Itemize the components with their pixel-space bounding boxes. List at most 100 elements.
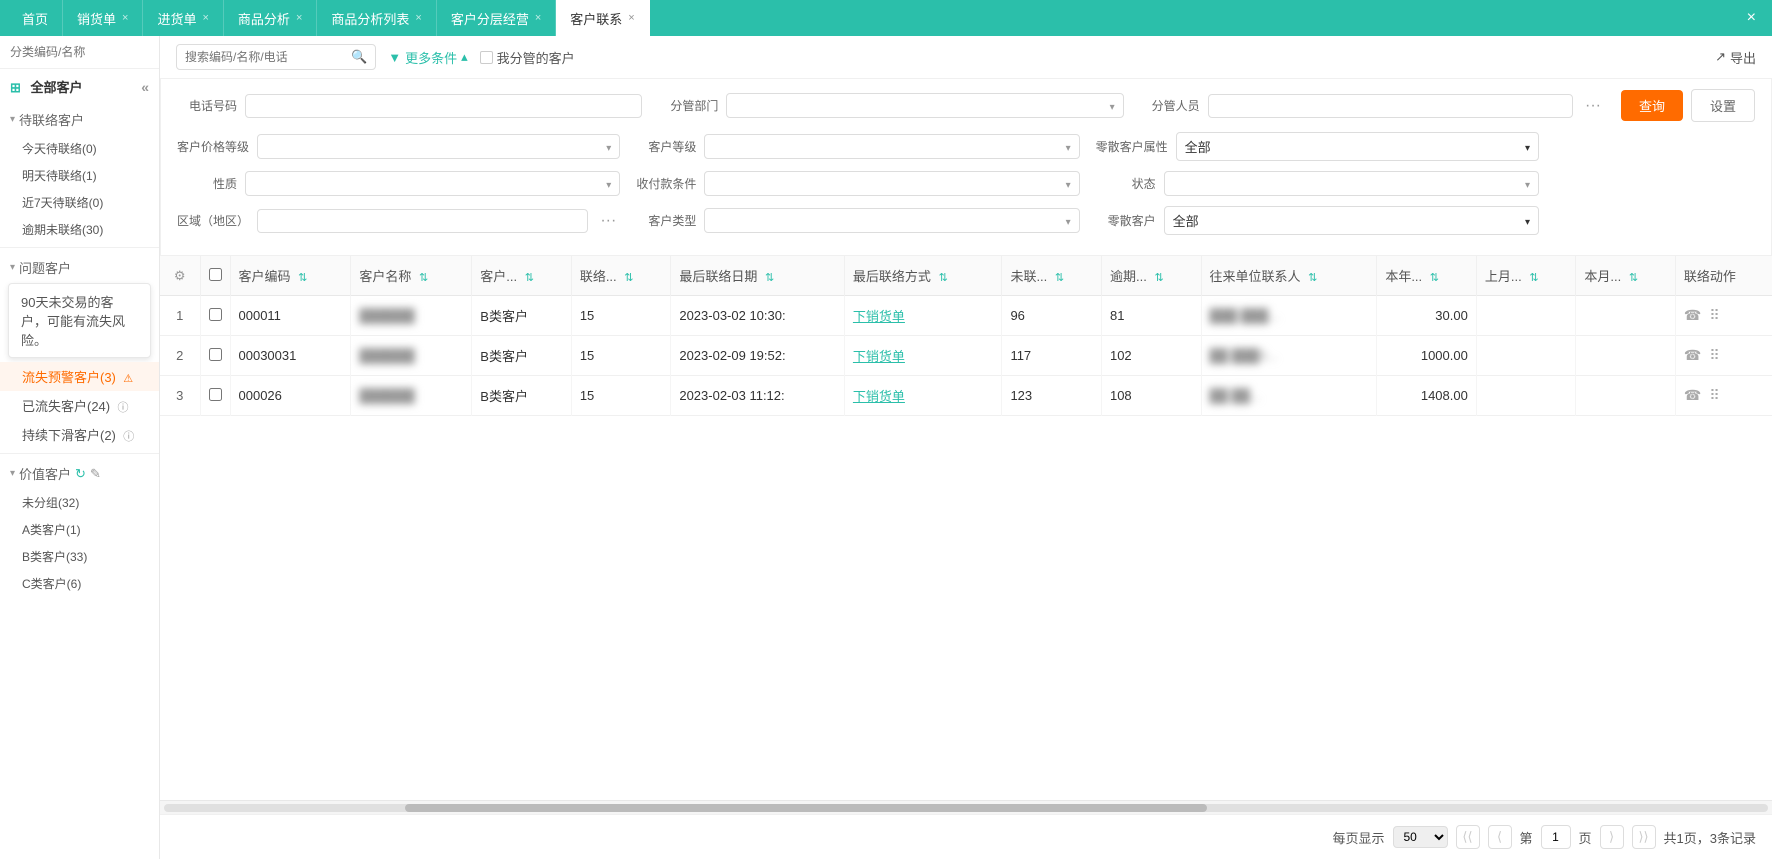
horizontal-scrollbar[interactable] bbox=[160, 800, 1772, 814]
no-contact-sort-icon[interactable]: ⇅ bbox=[1055, 272, 1064, 284]
last-method-link[interactable]: 下销货单 bbox=[853, 349, 905, 364]
per-page-select[interactable]: 50 100 200 bbox=[1393, 826, 1448, 848]
contact-action-icon[interactable]: ☎ bbox=[1684, 387, 1701, 404]
tab-sales-order[interactable]: 销货单 × bbox=[63, 0, 143, 36]
first-page-button[interactable]: ⟨⟨ bbox=[1456, 825, 1480, 849]
tab-customer-tier[interactable]: 客户分层经营 × bbox=[437, 0, 556, 36]
select-all-checkbox[interactable] bbox=[209, 268, 222, 281]
current-page-input[interactable] bbox=[1541, 825, 1571, 849]
tab-close-product-analysis[interactable]: × bbox=[296, 12, 302, 24]
refresh-icon[interactable]: ↻ bbox=[75, 466, 86, 482]
prev-page-button[interactable]: ⟨ bbox=[1488, 825, 1512, 849]
last-month-sort-icon[interactable]: ⇅ bbox=[1529, 272, 1538, 284]
my-customers-checkbox-area[interactable]: 我分管的客户 bbox=[480, 48, 575, 67]
region-input[interactable] bbox=[257, 209, 588, 233]
sidebar-item-today-contact[interactable]: 今天待联络(0) bbox=[0, 135, 159, 162]
customer-table: ⚙ 客户编码 ⇅ 客户名称 ⇅ bbox=[160, 256, 1772, 416]
group-value-title[interactable]: ▾ 价值客户 ↻ ✎ bbox=[0, 458, 159, 489]
tab-customer-contact[interactable]: 客户联系 × bbox=[556, 0, 649, 36]
row-checkbox[interactable] bbox=[209, 388, 222, 401]
tab-purchase-order[interactable]: 进货单 × bbox=[143, 0, 223, 36]
manager-more-icon[interactable]: ··· bbox=[1581, 97, 1605, 115]
sidebar-item-a-class[interactable]: A类客户(1) bbox=[0, 516, 159, 543]
date-sort-icon[interactable]: ⇅ bbox=[765, 272, 774, 284]
scroll-track[interactable] bbox=[164, 804, 1768, 812]
gender-select[interactable] bbox=[245, 171, 620, 196]
code-sort-icon[interactable]: ⇅ bbox=[298, 272, 307, 284]
year-sort-icon[interactable]: ⇅ bbox=[1430, 272, 1439, 284]
search-submit-icon[interactable]: 🔍 bbox=[351, 49, 367, 65]
sidebar-item-overdue-contact[interactable]: 逾期未联络(30) bbox=[0, 216, 159, 243]
more-action-icon[interactable]: ⠿ bbox=[1709, 387, 1719, 404]
last-method-link[interactable]: 下销货单 bbox=[853, 389, 905, 404]
sidebar-item-7days-contact[interactable]: 近7天待联络(0) bbox=[0, 189, 159, 216]
total-info: 共1页，3条记录 bbox=[1664, 828, 1756, 847]
region-more-icon[interactable]: ··· bbox=[596, 212, 620, 230]
status-select[interactable] bbox=[1164, 171, 1539, 196]
sidebar-item-c-class[interactable]: C类客户(6) bbox=[0, 570, 159, 597]
division-select[interactable] bbox=[726, 93, 1123, 118]
export-button[interactable]: ↗ 导出 bbox=[1715, 48, 1756, 67]
zero-customer-label: 零散客户 bbox=[1096, 212, 1156, 229]
tab-close-customer-contact[interactable]: × bbox=[628, 12, 634, 24]
group-problem-title[interactable]: ▾ 问题客户 bbox=[0, 252, 159, 283]
row-checkbox[interactable] bbox=[209, 308, 222, 321]
more-action-icon[interactable]: ⠿ bbox=[1709, 307, 1719, 324]
price-level-select[interactable] bbox=[257, 134, 620, 159]
more-action-icon[interactable]: ⠿ bbox=[1709, 347, 1719, 364]
overdue-sort-icon[interactable]: ⇅ bbox=[1154, 272, 1163, 284]
contact-sort-icon[interactable]: ⇅ bbox=[624, 272, 633, 284]
window-close-button[interactable]: × bbox=[1739, 9, 1764, 27]
sidebar-item-tomorrow-contact[interactable]: 明天待联络(1) bbox=[0, 162, 159, 189]
sidebar-item-b-class[interactable]: B类客户(33) bbox=[0, 543, 159, 570]
sidebar-search-input[interactable] bbox=[10, 45, 160, 59]
query-button[interactable]: 查询 bbox=[1621, 90, 1683, 121]
last-page-button[interactable]: ⟩⟩ bbox=[1632, 825, 1656, 849]
sidebar-item-churned[interactable]: 已流失客户(24) ⓘ bbox=[0, 391, 159, 420]
customer-level-select[interactable] bbox=[704, 134, 1079, 159]
tab-close-purchase-order[interactable]: × bbox=[202, 12, 208, 24]
filter-price-level: 客户价格等级 bbox=[177, 134, 620, 159]
name-sort-icon[interactable]: ⇅ bbox=[419, 272, 428, 284]
tab-product-analysis[interactable]: 商品分析 × bbox=[224, 0, 317, 36]
row-checkbox[interactable] bbox=[209, 348, 222, 361]
tab-close-sales-order[interactable]: × bbox=[122, 12, 128, 24]
filter-row-1: 电话号码 分管部门 分管人员 ··· 查询 设置 bbox=[177, 89, 1755, 122]
payment-select[interactable] bbox=[704, 171, 1079, 196]
zero-customer-select[interactable]: 全部 bbox=[1164, 206, 1539, 235]
sidebar-item-declining[interactable]: 持续下滑客户(2) ⓘ bbox=[0, 420, 159, 449]
sidebar-item-churn-warning[interactable]: 流失预警客户(3) ⚠ bbox=[0, 362, 159, 391]
more-conditions-button[interactable]: ▼ 更多条件 ▴ bbox=[388, 48, 467, 67]
unit-sort-icon[interactable]: ⇅ bbox=[1308, 272, 1317, 284]
contact-action-icon[interactable]: ☎ bbox=[1684, 307, 1701, 324]
tab-close-product-analysis-list[interactable]: × bbox=[415, 12, 421, 24]
tab-close-customer-tier[interactable]: × bbox=[535, 12, 541, 24]
last-method-link[interactable]: 下销货单 bbox=[853, 309, 905, 324]
customer-type-select[interactable] bbox=[704, 208, 1079, 233]
tab-homepage[interactable]: 首页 bbox=[8, 0, 63, 36]
edit-icon[interactable]: ✎ bbox=[90, 466, 101, 482]
sidebar-collapse-button[interactable]: « bbox=[141, 79, 149, 95]
type-sort-icon[interactable]: ⇅ bbox=[525, 272, 534, 284]
group-pending-contact-title[interactable]: ▾ 待联络客户 bbox=[0, 104, 159, 135]
settings-gear-icon[interactable]: ⚙ bbox=[174, 268, 186, 283]
this-month-sort-icon[interactable]: ⇅ bbox=[1629, 272, 1638, 284]
tab-product-analysis-list[interactable]: 商品分析列表 × bbox=[317, 0, 436, 36]
contact-action-icon[interactable]: ☎ bbox=[1684, 347, 1701, 364]
zero-attr-select[interactable]: 全部 bbox=[1176, 132, 1539, 161]
method-sort-icon[interactable]: ⇅ bbox=[939, 272, 948, 284]
cell-num: 1 bbox=[160, 296, 200, 336]
table-container: ⚙ 客户编码 ⇅ 客户名称 ⇅ bbox=[160, 256, 1772, 800]
customer-type-label: 客户类型 bbox=[636, 212, 696, 229]
phone-input[interactable] bbox=[245, 94, 642, 118]
my-customers-checkbox[interactable] bbox=[480, 51, 493, 64]
search-input[interactable] bbox=[185, 50, 345, 64]
all-customers-header[interactable]: ⊞ 全部客户 « bbox=[0, 69, 159, 104]
scroll-thumb[interactable] bbox=[405, 804, 1207, 812]
advanced-filter: 电话号码 分管部门 分管人员 ··· 查询 设置 bbox=[160, 79, 1772, 256]
manager-input[interactable] bbox=[1208, 94, 1573, 118]
cell-contact: 15 bbox=[571, 296, 671, 336]
settings-button[interactable]: 设置 bbox=[1691, 89, 1755, 122]
sidebar-item-ungrouped[interactable]: 未分组(32) bbox=[0, 489, 159, 516]
next-page-button[interactable]: ⟩ bbox=[1600, 825, 1624, 849]
